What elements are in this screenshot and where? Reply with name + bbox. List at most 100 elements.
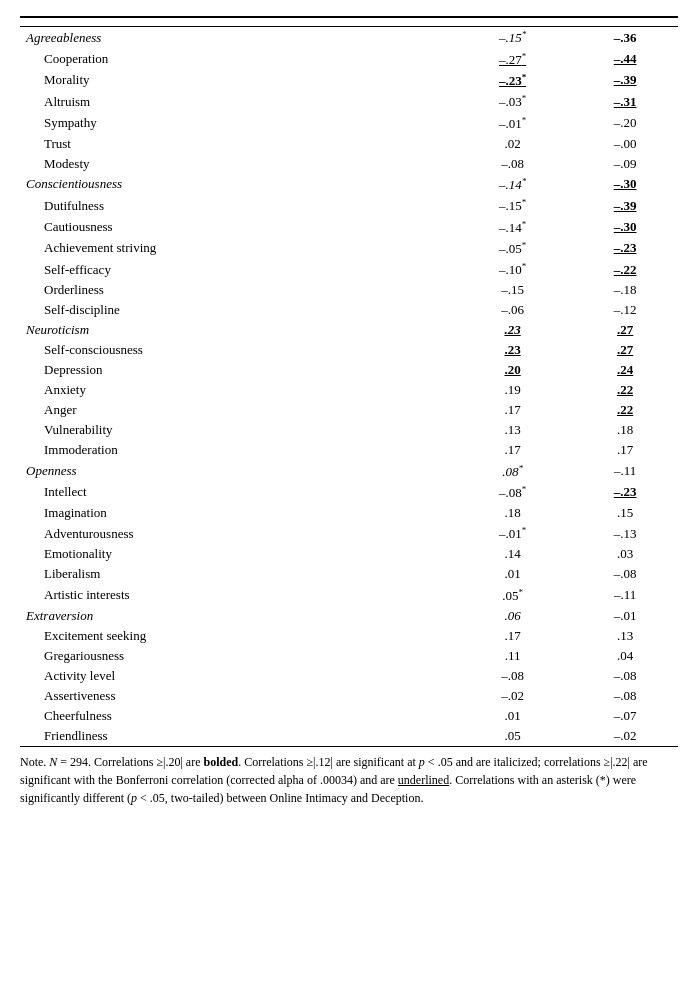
intimacy-cell: –.02 [453,686,572,706]
intimacy-cell: –.08* [453,482,572,503]
intimacy-cell: –.27* [453,48,572,69]
deception-cell: –.20 [572,112,678,133]
scale-cell: Intellect [20,482,453,503]
table-row: Dutifulness–.15*–.39 [20,195,678,216]
table-row: Morality–.23*–.39 [20,70,678,91]
scale-cell: Modesty [20,154,453,174]
intimacy-cell: .06 [453,606,572,626]
table-row: Orderliness–.15–.18 [20,280,678,300]
table-row: Conscientiousness–.14*–.30 [20,174,678,195]
deception-cell: .04 [572,646,678,666]
intimacy-cell: –.01* [453,523,572,544]
deception-cell: –.39 [572,195,678,216]
deception-cell: .27 [572,340,678,360]
scale-cell: Neuroticism [20,320,453,340]
col-header-deception [572,17,678,27]
scale-cell: Achievement striving [20,238,453,259]
intimacy-cell: .05 [453,726,572,747]
deception-cell: –.01 [572,606,678,626]
deception-cell: .27 [572,320,678,340]
deception-cell: –.30 [572,216,678,237]
deception-cell: –.36 [572,27,678,49]
scale-cell: Depression [20,360,453,380]
deception-cell: .22 [572,400,678,420]
scale-cell: Emotionality [20,544,453,564]
intimacy-cell: .01 [453,564,572,584]
deception-cell: –.18 [572,280,678,300]
table-note: Note. N = 294. Correlations ≥|.20| are b… [20,753,678,807]
scale-cell: Gregariousness [20,646,453,666]
deception-cell: .24 [572,360,678,380]
table-row: Anger.17.22 [20,400,678,420]
table-row: Modesty–.08–.09 [20,154,678,174]
scale-cell: Sympathy [20,112,453,133]
scale-cell: Activity level [20,666,453,686]
scale-cell: Extraversion [20,606,453,626]
deception-cell: –.11 [572,460,678,481]
intimacy-cell: .11 [453,646,572,666]
intimacy-cell: .23 [453,320,572,340]
deception-cell: .15 [572,503,678,523]
intimacy-cell: –.08 [453,666,572,686]
deception-cell: .17 [572,440,678,460]
scale-cell: Orderliness [20,280,453,300]
table-row: Artistic interests.05*–.11 [20,584,678,605]
deception-cell: –.08 [572,686,678,706]
scale-cell: Self-efficacy [20,259,453,280]
scale-cell: Immoderation [20,440,453,460]
table-row: Activity level–.08–.08 [20,666,678,686]
table-row: Adventurousness–.01*–.13 [20,523,678,544]
scale-cell: Cooperation [20,48,453,69]
intimacy-cell: .02 [453,134,572,154]
deception-cell: –.44 [572,48,678,69]
intimacy-cell: .23 [453,340,572,360]
table-row: Altruism–.03*–.31 [20,91,678,112]
scale-cell: Anxiety [20,380,453,400]
table-row: Agreeableness–.15*–.36 [20,27,678,49]
table-row: Cautiousness–.14*–.30 [20,216,678,237]
scale-cell: Excitement seeking [20,626,453,646]
table-row: Cheerfulness.01–.07 [20,706,678,726]
intimacy-cell: .14 [453,544,572,564]
intimacy-cell: –.10* [453,259,572,280]
scale-cell: Vulnerability [20,420,453,440]
correlation-table: Agreeableness–.15*–.36Cooperation–.27*–.… [20,16,678,747]
scale-cell: Trust [20,134,453,154]
scale-cell: Imagination [20,503,453,523]
scale-cell: Self-discipline [20,300,453,320]
table-row: Achievement striving–.05*–.23 [20,238,678,259]
intimacy-cell: –.08 [453,154,572,174]
table-row: Friendliness.05–.02 [20,726,678,747]
deception-cell: .03 [572,544,678,564]
deception-cell: –.13 [572,523,678,544]
deception-cell: –.31 [572,91,678,112]
table-row: Self-consciousness.23.27 [20,340,678,360]
table-row: Self-efficacy–.10*–.22 [20,259,678,280]
scale-cell: Friendliness [20,726,453,747]
intimacy-cell: .19 [453,380,572,400]
table-row: Excitement seeking.17.13 [20,626,678,646]
scale-cell: Artistic interests [20,584,453,605]
deception-cell: –.39 [572,70,678,91]
intimacy-cell: –.01* [453,112,572,133]
scale-cell: Assertiveness [20,686,453,706]
table-row: Trust.02–.00 [20,134,678,154]
intimacy-cell: .17 [453,626,572,646]
table-row: Depression.20.24 [20,360,678,380]
deception-cell: –.30 [572,174,678,195]
scale-cell: Agreeableness [20,27,453,49]
scale-cell: Conscientiousness [20,174,453,195]
deception-cell: –.00 [572,134,678,154]
scale-cell: Anger [20,400,453,420]
intimacy-cell: .13 [453,420,572,440]
table-row: Emotionality.14.03 [20,544,678,564]
intimacy-cell: –.14* [453,174,572,195]
table-row: Cooperation–.27*–.44 [20,48,678,69]
scale-cell: Cheerfulness [20,706,453,726]
intimacy-cell: –.14* [453,216,572,237]
table-row: Self-discipline–.06–.12 [20,300,678,320]
scale-cell: Altruism [20,91,453,112]
deception-cell: .13 [572,626,678,646]
table-row: Immoderation.17.17 [20,440,678,460]
scale-cell: Dutifulness [20,195,453,216]
